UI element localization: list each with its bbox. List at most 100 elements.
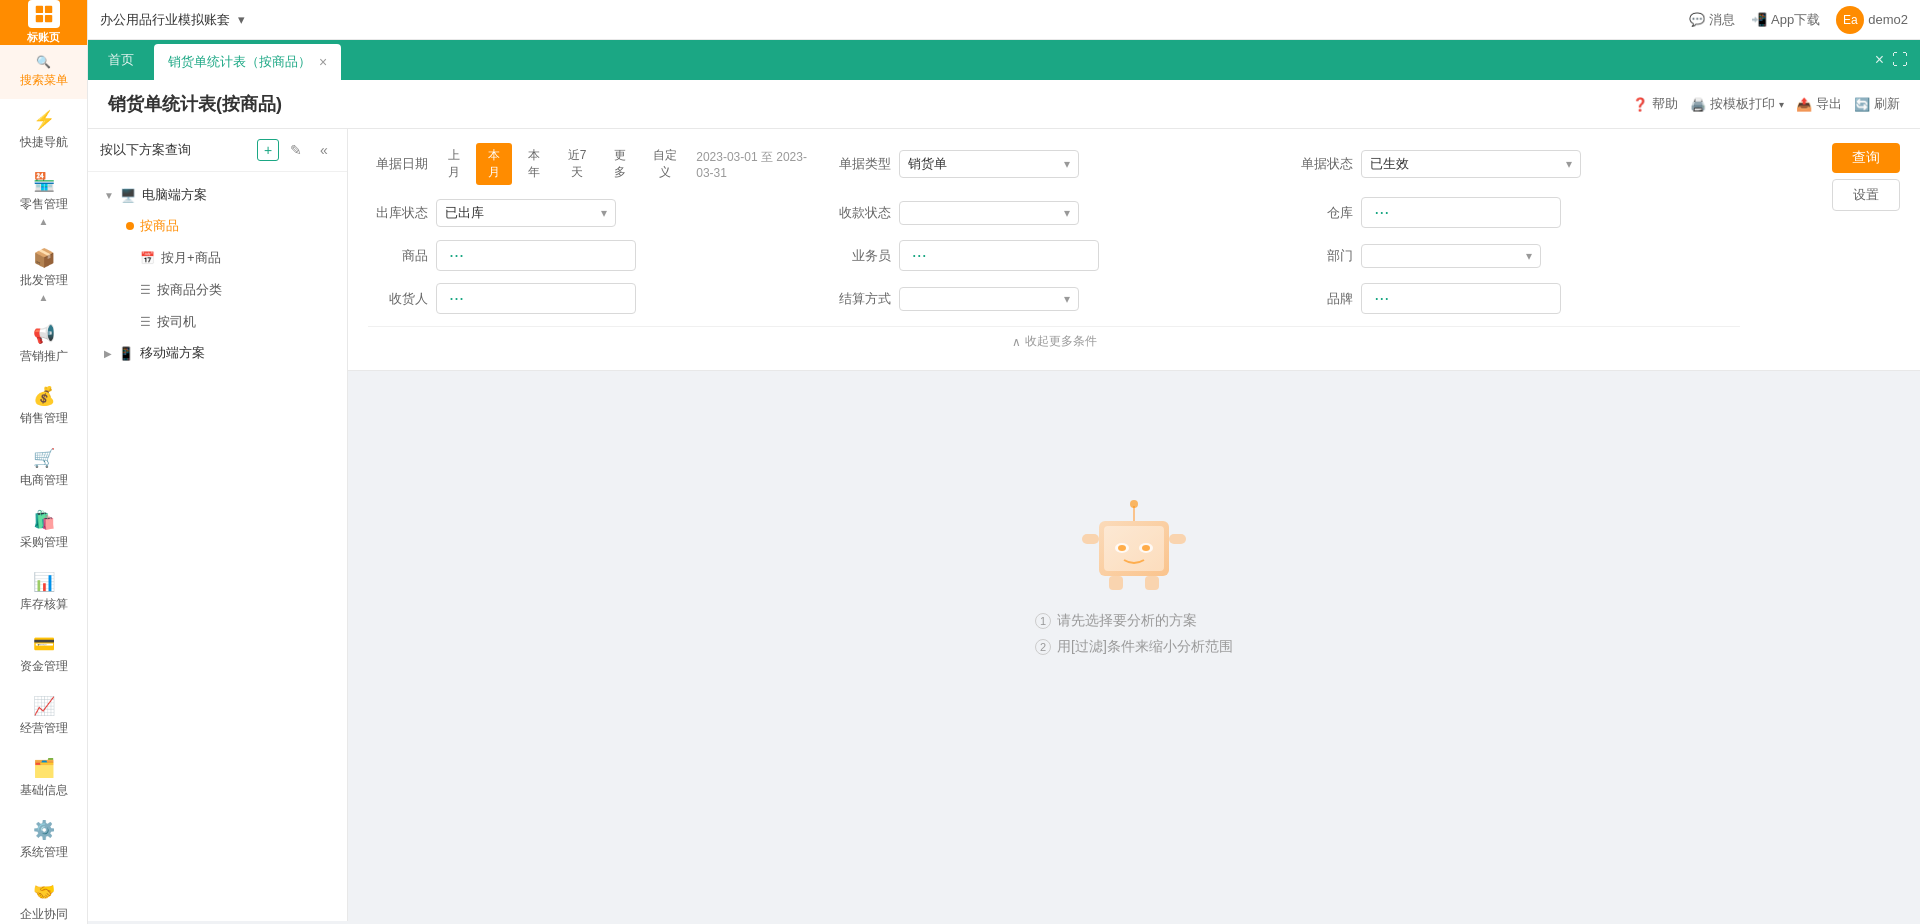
sidebar-item-inventory[interactable]: 📊 库存核算 [0,561,87,623]
action-buttons: 查询 设置 [1832,143,1900,211]
add-scheme-btn[interactable]: + [257,139,279,161]
sidebar-item-basic[interactable]: 🗂️ 基础信息 [0,747,87,809]
user-profile-btn[interactable]: Ea demo2 [1836,6,1908,34]
sidebar-item-quicknav[interactable]: ⚡ 快捷导航 [0,99,87,161]
docstatus-select[interactable]: 已生效 ▾ [1361,150,1581,178]
operations-icon: 📈 [33,695,55,717]
tree-group-mobile[interactable]: ▶ 📱 移动端方案 [88,338,347,368]
main-layout: 按以下方案查询 + ✎ « ▼ 🖥️ 电脑端方案 [88,129,1920,921]
docstatus-dropdown-icon: ▾ [1566,157,1572,171]
sidebar-item-operations[interactable]: 📈 经营管理 [0,685,87,747]
tree-group-pc[interactable]: ▼ 🖥️ 电脑端方案 [88,180,347,210]
export-btn[interactable]: 📤 导出 [1796,95,1842,113]
sidebar-item-system[interactable]: ⚙️ 系统管理 [0,809,87,871]
page-header: 销货单统计表(按商品) ❓ 帮助 🖨️ 按模板打印 ▾ 📤 导出 🔄 刷新 [88,80,1920,129]
filter-staff-item: 业务员 ··· [831,240,1278,271]
filter-payment-item: 收款状态 ▾ [831,201,1278,225]
print-dropdown-icon: ▾ [1779,99,1784,110]
sidebar-item-purchase[interactable]: 🛍️ 采购管理 [0,499,87,561]
query-btn[interactable]: 查询 [1832,143,1900,173]
date-btn-more[interactable]: 更多 [602,143,638,185]
filter-docstatus-item: 单据状态 已生效 ▾ [1293,150,1740,178]
refresh-btn[interactable]: 🔄 刷新 [1854,95,1900,113]
tree-child-bycategory[interactable]: ☰ 按商品分类 [88,274,347,306]
sidebar-sales-label: 销售管理 [20,410,68,427]
paymethod-select[interactable]: ▾ [899,287,1079,311]
docstatus-label: 单据状态 [1293,155,1353,173]
tree-child-byproduct-label: 按商品 [140,217,179,235]
page-actions: ❓ 帮助 🖨️ 按模板打印 ▾ 📤 导出 🔄 刷新 [1632,95,1900,113]
tab-minimize-btn[interactable]: × [1875,51,1884,69]
tab-home[interactable]: 首页 [88,40,154,80]
settings-btn[interactable]: 设置 [1832,179,1900,211]
date-btn-lastmonth[interactable]: 上月 [436,143,472,185]
sidebar-item-search[interactable]: 🔍 搜索菜单 [0,45,87,99]
active-dot [126,222,134,230]
filter-outstatus-item: 出库状态 已出库 ▾ [368,199,815,227]
doctype-value: 销货单 [908,155,947,173]
sidebar-item-finance[interactable]: 💳 资金管理 [0,623,87,685]
receiver-input[interactable]: ··· [436,283,636,314]
brand-dots[interactable]: ··· [1374,288,1389,309]
receiver-dots[interactable]: ··· [449,288,464,309]
collapse-arrow-icon: ∧ [1012,335,1021,349]
date-btn-7days[interactable]: 近7天 [556,143,598,185]
topbar-left: 办公用品行业模拟账套 ▾ [100,11,1689,29]
sidebar-item-sales[interactable]: 💰 销售管理 [0,375,87,437]
tree-child-bymonth[interactable]: 📅 按月+商品 [88,242,347,274]
product-input[interactable]: ··· [436,240,636,271]
topbar: 办公用品行业模拟账套 ▾ 💬 消息 📲 App下载 Ea demo2 [88,0,1920,40]
empty-tip-1: 1 请先选择要分析的方案 [1035,612,1233,630]
date-btn-custom[interactable]: 自定义 [642,143,688,185]
tree-child-bydriver[interactable]: ☰ 按司机 [88,306,347,338]
staff-dots[interactable]: ··· [912,245,927,266]
collapse-panel-btn[interactable]: « [313,139,335,161]
tab-active[interactable]: 销货单统计表（按商品） × [154,44,341,80]
tab-maximize-btn[interactable]: ⛶ [1892,51,1908,69]
tab-close-btn[interactable]: × [319,54,327,70]
sidebar-item-corp[interactable]: 🤝 企业协同 [0,871,87,924]
industry-dropdown[interactable]: ▾ [238,12,245,27]
main-content: 办公用品行业模拟账套 ▾ 💬 消息 📲 App下载 Ea demo2 首页 [88,0,1920,924]
help-btn[interactable]: ❓ 帮助 [1632,95,1678,113]
receiver-label: 收货人 [368,290,428,308]
doctype-select[interactable]: 销货单 ▾ [899,150,1079,178]
app-download-btn[interactable]: 📲 App下载 [1751,11,1820,29]
sidebar-item-retail[interactable]: 🏪 零售管理 ▲ [0,161,87,237]
export-icon: 📤 [1796,97,1812,112]
brand-input[interactable]: ··· [1361,283,1561,314]
paymethod-dropdown-icon: ▾ [1064,292,1070,306]
filter-row-3: 商品 ··· 业务员 ··· [368,240,1740,271]
svg-rect-15 [1145,576,1159,590]
collapse-btn[interactable]: ∧ 收起更多条件 [368,326,1740,356]
topbar-right: 💬 消息 📲 App下载 Ea demo2 [1689,6,1908,34]
sidebar-item-marketing[interactable]: 📢 营销推广 [0,313,87,375]
export-label: 导出 [1816,95,1842,113]
sidebar-item-wholesale[interactable]: 📦 批发管理 ▲ [0,237,87,313]
outstatus-dropdown-icon: ▾ [601,206,607,220]
payment-dropdown-icon: ▾ [1064,206,1070,220]
tree-child-byproduct[interactable]: 按商品 [88,210,347,242]
outstatus-select[interactable]: 已出库 ▾ [436,199,616,227]
filter-row-4: 收货人 ··· 结算方式 ▾ [368,283,1740,314]
logo-text: 标账页 [27,30,60,45]
svg-point-8 [1118,545,1126,551]
warehouse-input[interactable]: ··· [1361,197,1561,228]
staff-input[interactable]: ··· [899,240,1099,271]
date-options-group: 上月 本月 本年 近7天 更多 自定义 2023-03-01 至 2023-03… [436,143,815,185]
product-dots[interactable]: ··· [449,245,464,266]
filter-date-item: 单据日期 上月 本月 本年 近7天 更多 自定义 2023-03-01 至 20… [368,143,815,185]
warehouse-dots[interactable]: ··· [1374,202,1389,223]
message-btn[interactable]: 💬 消息 [1689,11,1735,29]
date-btn-thismonth[interactable]: 本月 [476,143,512,185]
avatar: Ea [1836,6,1864,34]
date-btn-thisyear[interactable]: 本年 [516,143,552,185]
collapse-label: 收起更多条件 [1025,333,1097,350]
edit-scheme-btn[interactable]: ✎ [285,139,307,161]
sidebar-item-ecom[interactable]: 🛒 电商管理 [0,437,87,499]
dept-dropdown-icon: ▾ [1526,249,1532,263]
print-btn[interactable]: 🖨️ 按模板打印 ▾ [1690,95,1784,113]
dept-select[interactable]: ▾ [1361,244,1541,268]
payment-select[interactable]: ▾ [899,201,1079,225]
svg-point-11 [1130,500,1138,508]
